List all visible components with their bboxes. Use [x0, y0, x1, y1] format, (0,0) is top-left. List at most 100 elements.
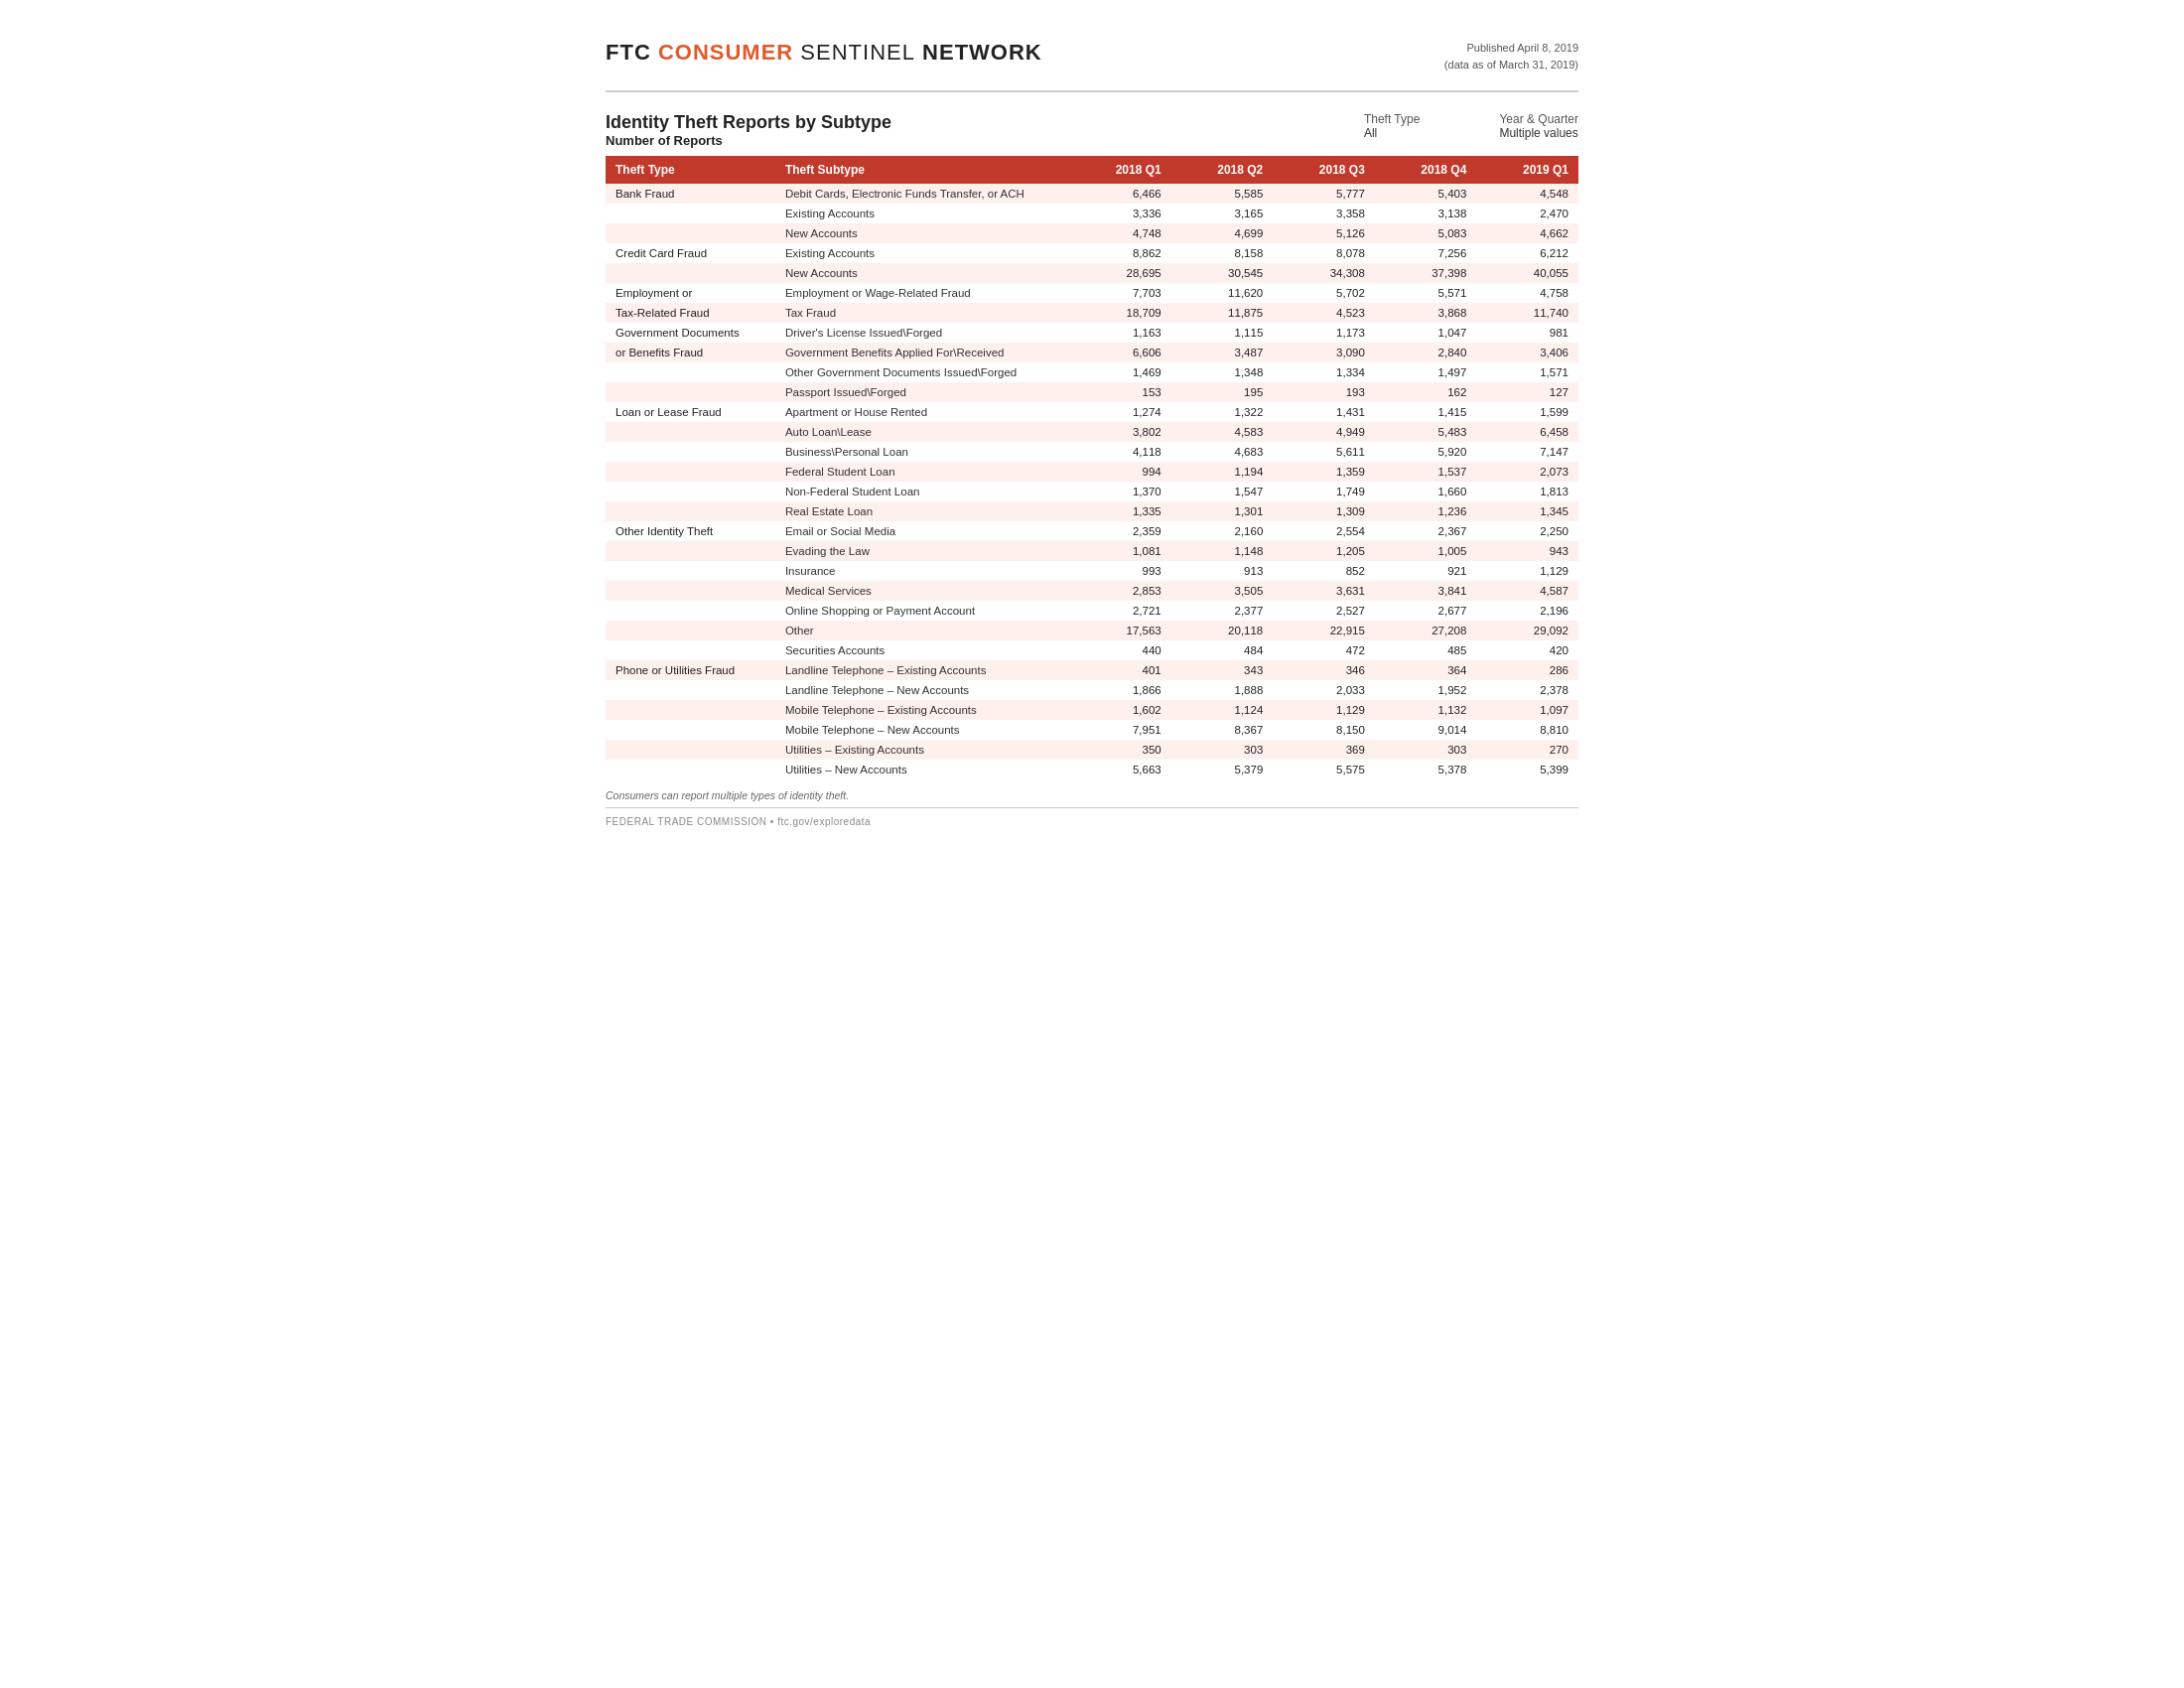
cell-theft-subtype: Insurance	[775, 561, 1069, 581]
cell-theft-subtype: Utilities – Existing Accounts	[775, 740, 1069, 760]
col-2019q1: 2019 Q1	[1476, 156, 1578, 184]
cell-theft-subtype: Government Benefits Applied For\Received	[775, 343, 1069, 362]
col-theft-type: Theft Type	[606, 156, 775, 184]
cell-value: 6,606	[1069, 343, 1171, 362]
cell-theft-type	[606, 382, 775, 402]
cell-value: 2,554	[1273, 521, 1375, 541]
filter-type-value: All	[1364, 126, 1420, 140]
table-row: Credit Card FraudExisting Accounts8,8628…	[606, 243, 1578, 263]
table-row: Real Estate Loan1,3351,3011,3091,2361,34…	[606, 501, 1578, 521]
cell-theft-type	[606, 263, 775, 283]
cell-theft-type	[606, 462, 775, 482]
logo-consumer: CONSUMER	[658, 40, 793, 65]
cell-value: 4,548	[1476, 184, 1578, 204]
cell-value: 7,951	[1069, 720, 1171, 740]
cell-value: 2,377	[1171, 601, 1274, 621]
cell-value: 303	[1375, 740, 1477, 760]
cell-value: 993	[1069, 561, 1171, 581]
cell-value: 1,163	[1069, 323, 1171, 343]
table-row: Phone or Utilities FraudLandline Telepho…	[606, 660, 1578, 680]
col-2018q4: 2018 Q4	[1375, 156, 1477, 184]
report-filters: Theft Type All Year & Quarter Multiple v…	[1364, 112, 1578, 140]
cell-value: 350	[1069, 740, 1171, 760]
col-2018q2: 2018 Q2	[1171, 156, 1274, 184]
cell-theft-subtype: Email or Social Media	[775, 521, 1069, 541]
cell-theft-type: Tax-Related Fraud	[606, 303, 775, 323]
cell-value: 3,802	[1069, 422, 1171, 442]
cell-value: 28,695	[1069, 263, 1171, 283]
logo: FTC CONSUMER SENTINEL NETWORK	[606, 40, 1042, 66]
cell-theft-subtype: Driver's License Issued\Forged	[775, 323, 1069, 343]
logo-network: NETWORK	[922, 40, 1042, 65]
table-row: Online Shopping or Payment Account2,7212…	[606, 601, 1578, 621]
cell-value: 1,813	[1476, 482, 1578, 501]
cell-theft-subtype: Real Estate Loan	[775, 501, 1069, 521]
cell-theft-type	[606, 223, 775, 243]
cell-theft-subtype: Apartment or House Rented	[775, 402, 1069, 422]
cell-value: 1,888	[1171, 680, 1274, 700]
cell-theft-subtype: Other Government Documents Issued\Forged	[775, 362, 1069, 382]
cell-theft-type	[606, 422, 775, 442]
cell-theft-type	[606, 640, 775, 660]
cell-value: 127	[1476, 382, 1578, 402]
footer-brand: FEDERAL TRADE COMMISSION • ftc.gov/explo…	[606, 816, 1578, 827]
cell-value: 913	[1171, 561, 1274, 581]
cell-theft-subtype: Tax Fraud	[775, 303, 1069, 323]
cell-value: 193	[1273, 382, 1375, 402]
cell-value: 1,124	[1171, 700, 1274, 720]
table-row: Non-Federal Student Loan1,3701,5471,7491…	[606, 482, 1578, 501]
cell-value: 2,527	[1273, 601, 1375, 621]
cell-value: 343	[1171, 660, 1274, 680]
cell-value: 1,749	[1273, 482, 1375, 501]
table-row: Auto Loan\Lease3,8024,5834,9495,4836,458	[606, 422, 1578, 442]
cell-value: 1,599	[1476, 402, 1578, 422]
cell-theft-type: Employment or	[606, 283, 775, 303]
table-row: Other Identity TheftEmail or Social Medi…	[606, 521, 1578, 541]
header-row: Theft Type Theft Subtype 2018 Q1 2018 Q2…	[606, 156, 1578, 184]
cell-theft-subtype: Auto Loan\Lease	[775, 422, 1069, 442]
cell-value: 8,078	[1273, 243, 1375, 263]
cell-value: 7,703	[1069, 283, 1171, 303]
cell-value: 1,348	[1171, 362, 1274, 382]
cell-value: 401	[1069, 660, 1171, 680]
cell-value: 11,740	[1476, 303, 1578, 323]
cell-value: 5,403	[1375, 184, 1477, 204]
cell-theft-subtype: Mobile Telephone – New Accounts	[775, 720, 1069, 740]
table-row: Government DocumentsDriver's License Iss…	[606, 323, 1578, 343]
cell-value: 5,920	[1375, 442, 1477, 462]
cell-value: 7,147	[1476, 442, 1578, 462]
report-main-title: Identity Theft Reports by Subtype	[606, 112, 891, 133]
cell-theft-subtype: Existing Accounts	[775, 204, 1069, 223]
cell-theft-type	[606, 720, 775, 740]
cell-value: 8,862	[1069, 243, 1171, 263]
cell-value: 1,309	[1273, 501, 1375, 521]
cell-value: 5,611	[1273, 442, 1375, 462]
cell-value: 1,469	[1069, 362, 1171, 382]
cell-value: 440	[1069, 640, 1171, 660]
table-row: Loan or Lease FraudApartment or House Re…	[606, 402, 1578, 422]
cell-theft-subtype: Business\Personal Loan	[775, 442, 1069, 462]
cell-value: 37,398	[1375, 263, 1477, 283]
cell-value: 2,073	[1476, 462, 1578, 482]
report-subtitle: Number of Reports	[606, 133, 891, 148]
cell-theft-type	[606, 581, 775, 601]
cell-theft-subtype: Passport Issued\Forged	[775, 382, 1069, 402]
cell-value: 369	[1273, 740, 1375, 760]
bottom-divider	[606, 807, 1578, 808]
top-divider	[606, 90, 1578, 92]
table-row: Landline Telephone – New Accounts1,8661,…	[606, 680, 1578, 700]
cell-value: 1,274	[1069, 402, 1171, 422]
logo-sentinel: SENTINEL	[800, 40, 915, 65]
table-row: or Benefits FraudGovernment Benefits App…	[606, 343, 1578, 362]
cell-value: 1,866	[1069, 680, 1171, 700]
header-meta: Published April 8, 2019 (data as of Marc…	[1444, 40, 1578, 72]
filter-year-label: Year & Quarter	[1499, 112, 1578, 126]
cell-theft-type	[606, 561, 775, 581]
cell-value: 29,092	[1476, 621, 1578, 640]
cell-value: 162	[1375, 382, 1477, 402]
cell-theft-subtype: Evading the Law	[775, 541, 1069, 561]
cell-theft-type: Loan or Lease Fraud	[606, 402, 775, 422]
cell-value: 4,699	[1171, 223, 1274, 243]
table-row: Mobile Telephone – Existing Accounts1,60…	[606, 700, 1578, 720]
cell-value: 18,709	[1069, 303, 1171, 323]
